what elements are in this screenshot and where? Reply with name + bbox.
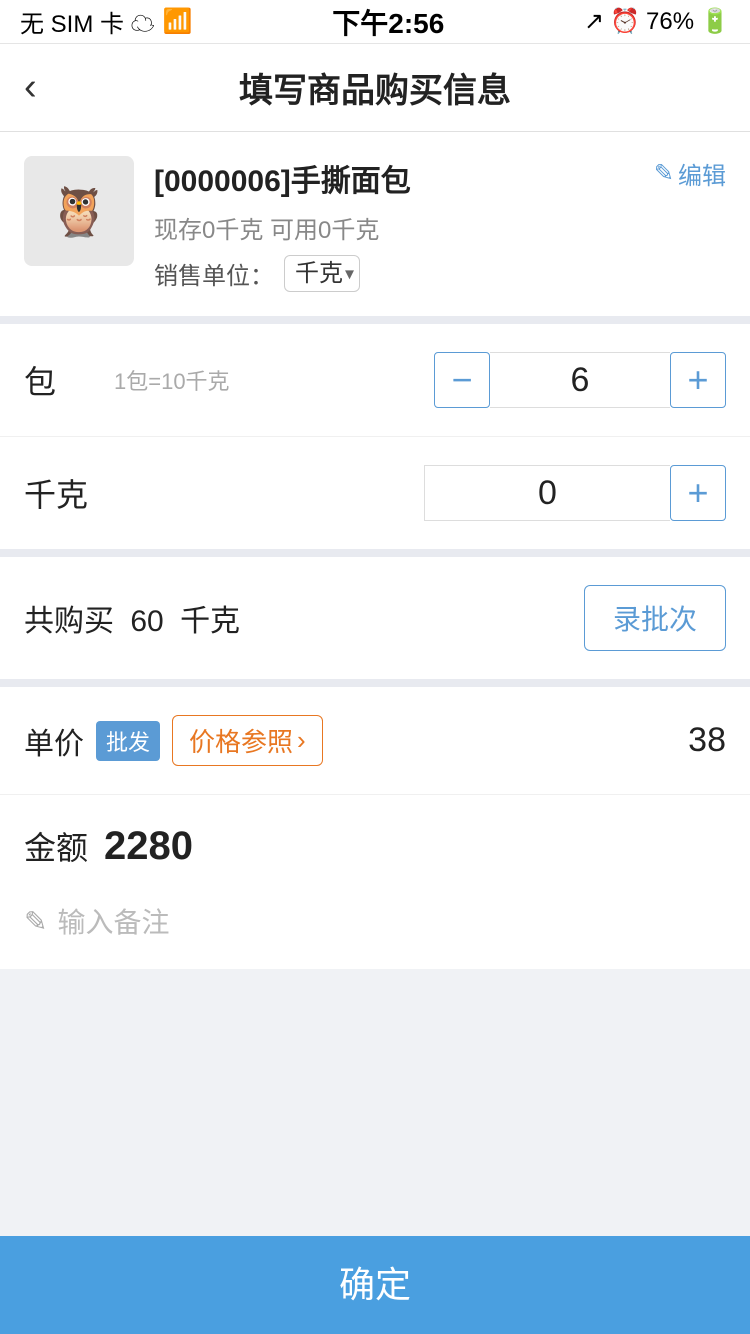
summary-section: 共购买 60 千克 录批次 bbox=[0, 557, 750, 687]
product-unit-row: 销售单位： 千克 bbox=[154, 255, 726, 292]
kg-increment-button[interactable]: + bbox=[670, 465, 726, 521]
price-ref-button[interactable]: 价格参照 › bbox=[172, 715, 323, 766]
confirm-button[interactable]: 确定 bbox=[0, 1236, 750, 1334]
nav-bar: ‹ 填写商品购买信息 bbox=[0, 44, 750, 132]
edit-icon: ✎ bbox=[654, 159, 674, 188]
unit-dropdown-wrap[interactable]: 千克 bbox=[284, 255, 360, 292]
note-placeholder: 输入备注 bbox=[57, 901, 169, 941]
kg-qty-input[interactable] bbox=[424, 465, 670, 521]
product-section: 🦉 [0000006]手撕面包 现存0千克 可用0千克 销售单位： 千克 ✎ 编… bbox=[0, 132, 750, 324]
bao-qty-input[interactable] bbox=[490, 352, 670, 408]
batch-button[interactable]: 录批次 bbox=[584, 585, 726, 651]
price-ref-label: 价格参照 bbox=[189, 722, 293, 759]
kg-input-group: + bbox=[424, 465, 726, 521]
form-row-bao: 包 1包=10千克 − + bbox=[0, 324, 750, 437]
bao-decrement-button[interactable]: − bbox=[434, 352, 490, 408]
kg-label: 千克 bbox=[24, 470, 104, 516]
price-type-badge: 批发 bbox=[96, 721, 160, 761]
product-logo-icon: 🦉 bbox=[49, 183, 109, 240]
price-ref-arrow-icon: › bbox=[297, 725, 306, 756]
status-time: 下午2:56 bbox=[332, 2, 444, 42]
alarm-icon: ⏰ bbox=[610, 7, 640, 36]
battery-level: 76% bbox=[646, 8, 694, 36]
wifi-icon: 📶 bbox=[163, 7, 193, 36]
product-stock: 现存0千克 可用0千克 bbox=[154, 210, 726, 245]
location-icon: ↗ bbox=[584, 7, 604, 36]
battery-icon: 🔋 bbox=[700, 7, 730, 36]
amount-section: 金额 2280 ✎ 输入备注 bbox=[0, 795, 750, 969]
note-row[interactable]: ✎ 输入备注 bbox=[24, 885, 726, 969]
product-name: [0000006]手撕面包 bbox=[154, 156, 726, 200]
summary-text: 共购买 60 千克 bbox=[24, 596, 584, 640]
bao-sublabel: 1包=10千克 bbox=[114, 364, 434, 396]
pencil-icon: ✎ bbox=[24, 905, 47, 938]
price-section: 单价 批发 价格参照 › 38 bbox=[0, 687, 750, 795]
form-section: 包 1包=10千克 − + 千克 + bbox=[0, 324, 750, 557]
unit-label: 销售单位： bbox=[154, 256, 274, 291]
product-thumbnail: 🦉 bbox=[24, 156, 134, 266]
content-spacer bbox=[0, 969, 750, 1236]
amount-label: 金额 bbox=[24, 823, 88, 869]
product-info: [0000006]手撕面包 现存0千克 可用0千克 销售单位： 千克 bbox=[154, 156, 726, 292]
unit-select[interactable]: 千克 bbox=[284, 255, 360, 292]
bao-label: 包 bbox=[24, 357, 104, 403]
form-row-kg: 千克 + bbox=[0, 437, 750, 549]
status-bar: 无 SIM 卡 ☁ 📶 下午2:56 ↗ ⏰ 76% 🔋 bbox=[0, 0, 750, 44]
status-left: 无 SIM 卡 ☁ 📶 bbox=[20, 4, 193, 39]
edit-button[interactable]: ✎ 编辑 bbox=[654, 156, 726, 191]
bao-increment-button[interactable]: + bbox=[670, 352, 726, 408]
summary-prefix: 共购买 bbox=[24, 605, 114, 638]
summary-unit: 千克 bbox=[180, 605, 240, 638]
price-label: 单价 bbox=[24, 719, 84, 763]
summary-amount: 60 bbox=[130, 605, 163, 638]
sim-status: 无 SIM 卡 ☁ bbox=[20, 4, 155, 39]
amount-row: 金额 2280 bbox=[24, 823, 726, 869]
page-title: 填写商品购买信息 bbox=[239, 63, 511, 112]
price-value: 38 bbox=[688, 721, 726, 760]
amount-value: 2280 bbox=[104, 824, 193, 869]
status-right: ↗ ⏰ 76% 🔋 bbox=[584, 7, 730, 36]
back-button[interactable]: ‹ bbox=[24, 66, 37, 109]
bao-input-group: − + bbox=[434, 352, 726, 408]
